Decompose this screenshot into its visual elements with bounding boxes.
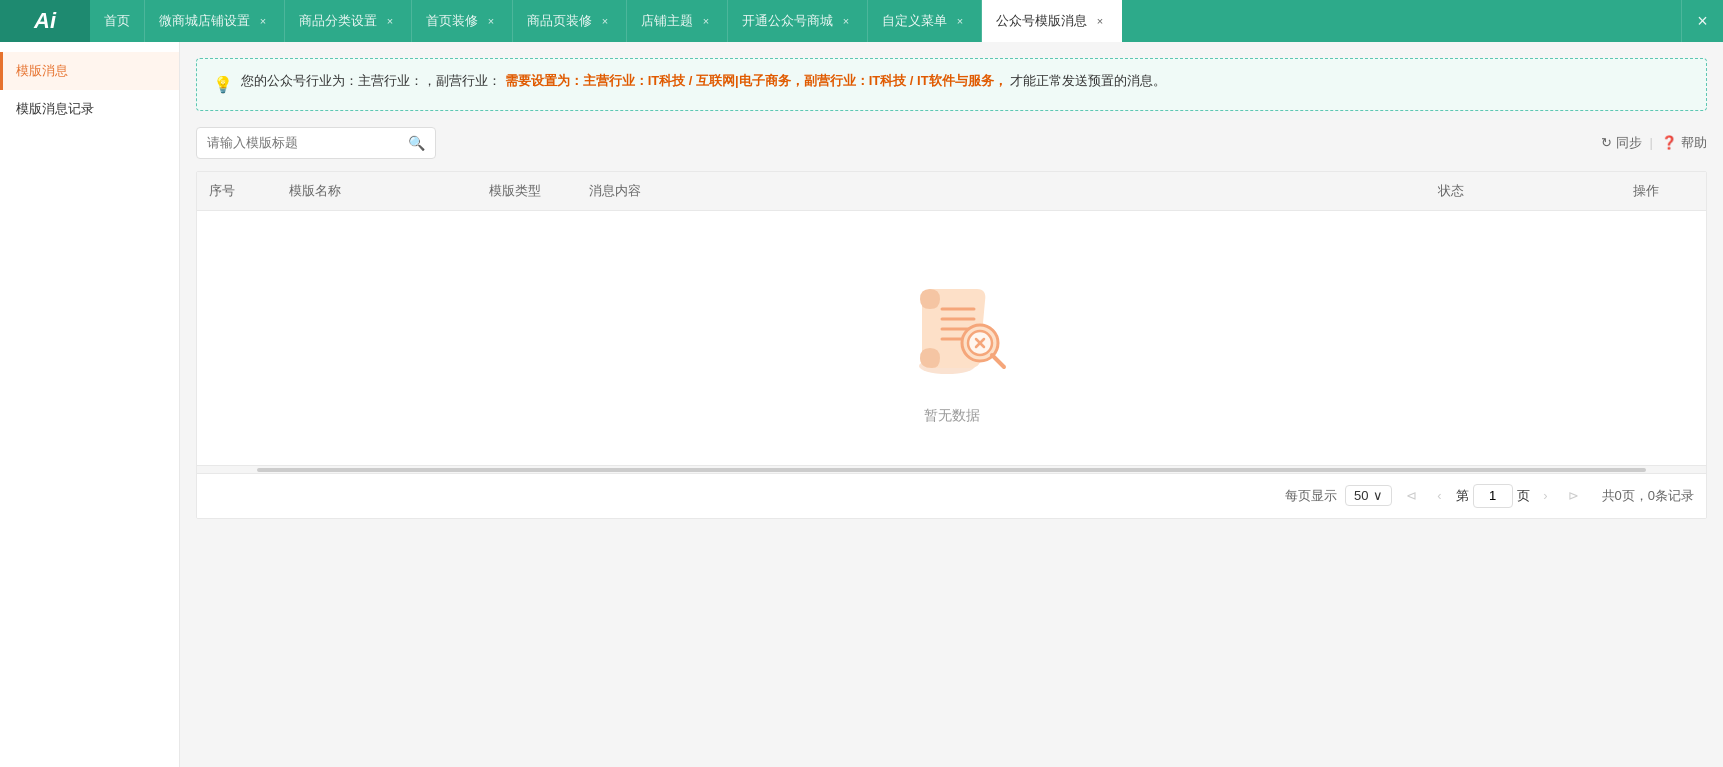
pagination: 每页显示 50 ∨ ⊲ ‹ 第 页 › ⊳ 共0页，0条记录 [197,473,1706,518]
sidebar-item-template-msg-record[interactable]: 模版消息记录 [0,90,179,128]
nav-tab-close[interactable]: × [839,14,853,28]
nav-tab-template-msg[interactable]: 公众号模版消息 × [982,0,1122,42]
page-input[interactable] [1473,484,1513,508]
divider: | [1650,135,1653,150]
last-page-button[interactable]: ⊳ [1562,484,1586,508]
nav-tab-close[interactable]: × [598,14,612,28]
th-content: 消息内容 [577,172,1426,210]
nav-tab-close[interactable]: × [484,14,498,28]
empty-state: 暂无数据 [197,211,1706,465]
nav-tab-label: 店铺主题 [641,12,693,30]
nav-tab-home-decor[interactable]: 首页装修 × [412,0,513,42]
nav-tabs: 首页微商城店铺设置×商品分类设置×首页装修×商品页装修×店铺主题×开通公众号商城… [90,0,1681,42]
nav-tab-category[interactable]: 商品分类设置 × [285,0,412,42]
next-page-button[interactable]: › [1534,484,1558,508]
empty-text: 暂无数据 [924,407,980,425]
nav-tab-close[interactable]: × [699,14,713,28]
horizontal-scrollbar[interactable] [197,465,1706,473]
top-nav: Ai 首页微商城店铺设置×商品分类设置×首页装修×商品页装修×店铺主题×开通公众… [0,0,1723,42]
page-nav: ⊲ ‹ 第 页 › ⊳ [1400,484,1586,508]
nav-tab-custom-menu[interactable]: 自定义菜单 × [868,0,982,42]
page-size-value: 50 [1354,488,1368,503]
page-label-post: 页 [1517,487,1530,505]
th-action: 操作 [1586,172,1706,210]
th-seq: 序号 [197,172,277,210]
page-size-select[interactable]: 50 ∨ [1345,485,1391,506]
empty-icon [892,271,1012,391]
th-type: 模版类型 [477,172,577,210]
scrollbar-track [257,468,1646,472]
search-actions: ↻ 同步 | ❓ 帮助 [1601,134,1707,152]
close-all-button[interactable]: × [1681,0,1723,42]
nav-tab-label: 开通公众号商城 [742,12,833,30]
help-button[interactable]: ❓ 帮助 [1661,134,1707,152]
nav-tab-label: 商品页装修 [527,12,592,30]
info-banner-highlight: 需要设置为：主营行业：IT科技 / 互联网|电子商务，副营行业：IT科技 / I… [505,73,1007,88]
svg-line-9 [992,355,1004,367]
search-input-wrap[interactable]: 🔍 [196,127,436,159]
prev-page-button[interactable]: ‹ [1428,484,1452,508]
nav-tab-home[interactable]: 首页 [90,0,145,42]
nav-tab-label: 公众号模版消息 [996,12,1087,30]
nav-tab-close[interactable]: × [383,14,397,28]
nav-tab-label: 微商城店铺设置 [159,12,250,30]
info-banner-text: 您的公众号行业为：主营行业：，副营行业： 需要设置为：主营行业：IT科技 / 互… [241,71,1166,92]
th-status: 状态 [1426,172,1586,210]
info-banner: 💡 您的公众号行业为：主营行业：，副营行业： 需要设置为：主营行业：IT科技 /… [196,58,1707,111]
first-page-button[interactable]: ⊲ [1400,484,1424,508]
sidebar: 模版消息模版消息记录 [0,42,180,767]
nav-tab-product-decor[interactable]: 商品页装修 × [513,0,627,42]
nav-tab-label: 首页 [104,12,130,30]
help-label: 帮助 [1681,134,1707,152]
nav-tab-shop-theme[interactable]: 店铺主题 × [627,0,728,42]
table-header: 序号 模版名称 模版类型 消息内容 状态 操作 [197,172,1706,211]
th-name: 模版名称 [277,172,477,210]
nav-tab-label: 自定义菜单 [882,12,947,30]
sync-label: 同步 [1616,134,1642,152]
app-logo: Ai [0,0,90,42]
content-area: 💡 您的公众号行业为：主营行业：，副营行业： 需要设置为：主营行业：IT科技 /… [180,42,1723,767]
nav-tab-close[interactable]: × [256,14,270,28]
search-icon[interactable]: 🔍 [408,135,425,151]
sync-icon: ↻ [1601,135,1612,150]
total-info: 共0页，0条记录 [1602,487,1694,505]
nav-tab-label: 商品分类设置 [299,12,377,30]
sync-button[interactable]: ↻ 同步 [1601,134,1642,152]
page-size-label: 每页显示 [1285,487,1337,505]
chevron-down-icon: ∨ [1373,488,1383,503]
nav-tab-close[interactable]: × [1093,14,1107,28]
search-bar: 🔍 ↻ 同步 | ❓ 帮助 [196,127,1707,159]
nav-tab-wechat-shop[interactable]: 微商城店铺设置 × [145,0,285,42]
sidebar-item-template-msg[interactable]: 模版消息 [0,52,179,90]
bulb-icon: 💡 [213,72,233,98]
help-icon: ❓ [1661,135,1677,150]
nav-tab-open-mall[interactable]: 开通公众号商城 × [728,0,868,42]
main-layout: 模版消息模版消息记录 💡 您的公众号行业为：主营行业：，副营行业： 需要设置为：… [0,42,1723,767]
page-label-pre: 第 [1456,487,1469,505]
nav-tab-label: 首页装修 [426,12,478,30]
nav-tab-close[interactable]: × [953,14,967,28]
data-table: 序号 模版名称 模版类型 消息内容 状态 操作 [196,171,1707,519]
search-input[interactable] [207,135,408,150]
